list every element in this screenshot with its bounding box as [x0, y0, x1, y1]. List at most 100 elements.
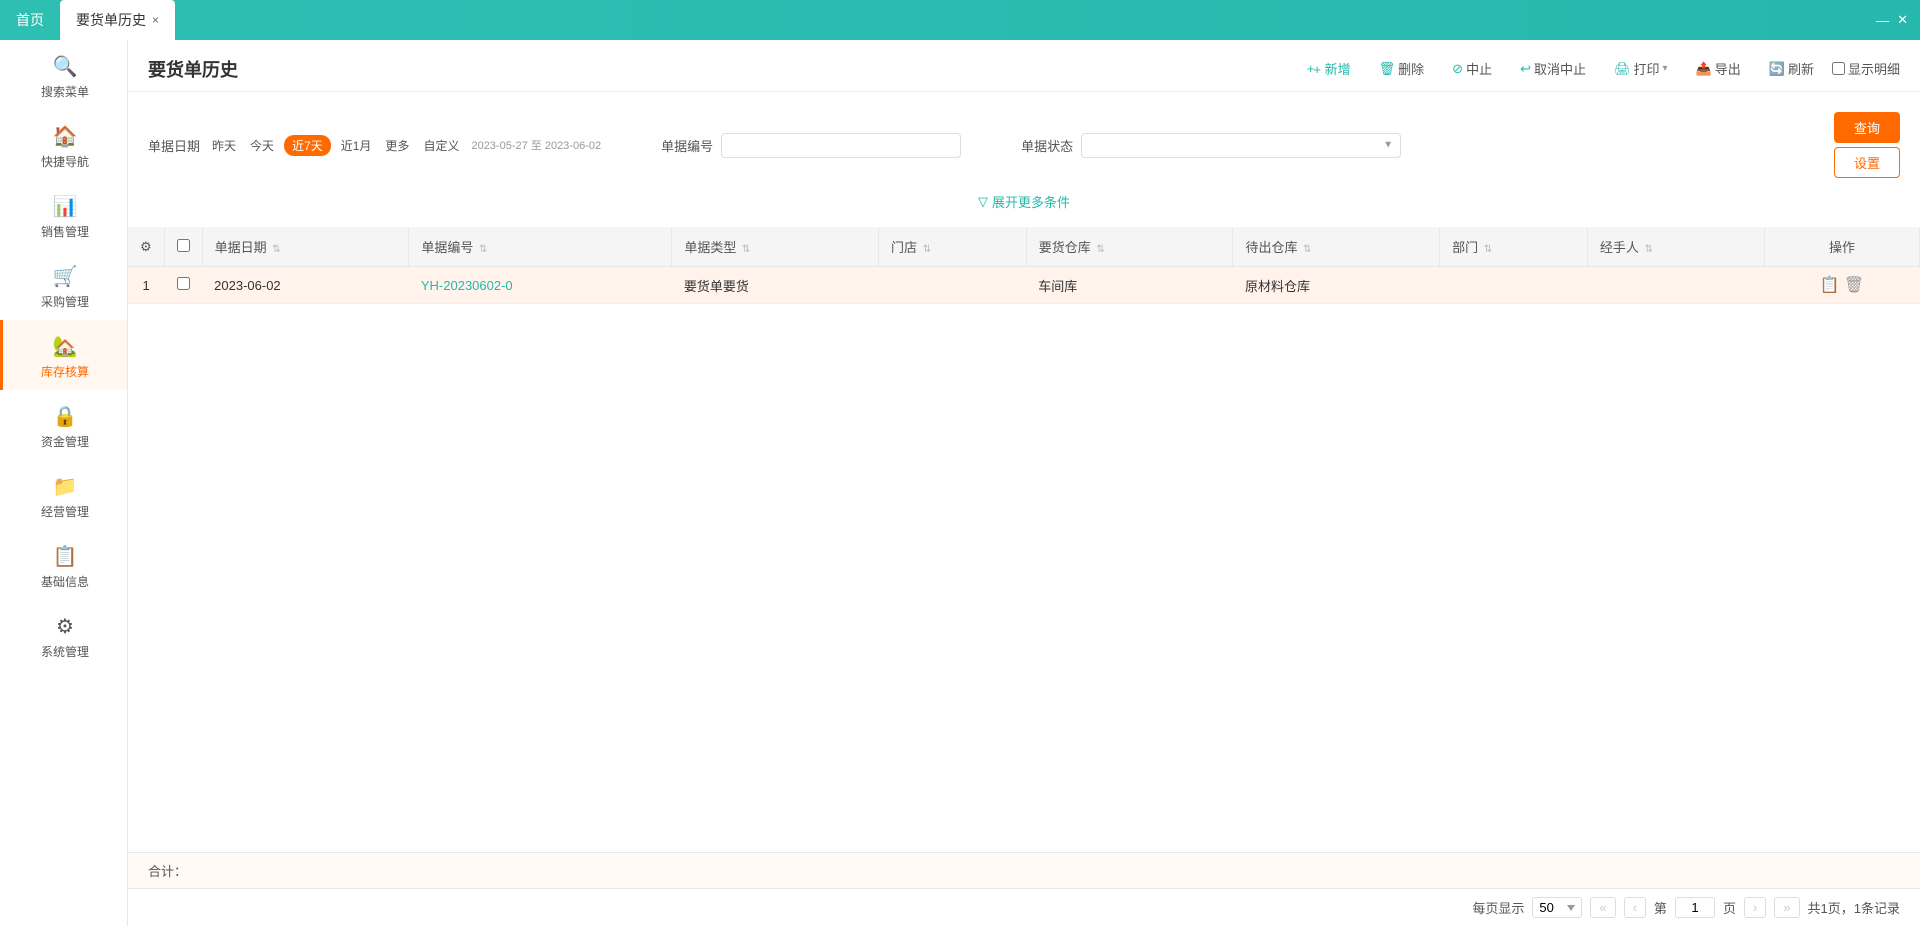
doc-status-filter-label: 单据状态	[1021, 136, 1073, 155]
col-pending-warehouse-label: 待出仓库	[1245, 240, 1297, 255]
col-handler-sort-icon: ⇅	[1644, 244, 1652, 255]
finance-mgmt-icon: 🔒	[53, 404, 78, 429]
cancel-stop-button[interactable]: ↩ 取消中止	[1510, 54, 1596, 83]
row-checkbox[interactable]	[177, 277, 190, 290]
cell-dept	[1440, 267, 1588, 304]
expand-more[interactable]: ▽ 展开更多条件	[148, 186, 1900, 219]
stop-button[interactable]: ⊘ 中止	[1442, 54, 1502, 83]
settings-button[interactable]: 设置	[1834, 147, 1900, 178]
search-menu-icon: 🔍	[53, 54, 78, 79]
page-prev-button[interactable]: ‹	[1624, 897, 1646, 918]
new-label: + 新增	[1313, 59, 1350, 78]
total-label: 合计：	[148, 861, 187, 880]
doc-status-select[interactable]	[1081, 133, 1401, 158]
cell-doc-date: 2023-06-02	[202, 267, 409, 304]
col-doc-date[interactable]: 单据日期 ⇅	[202, 227, 409, 267]
col-settings[interactable]: ⚙	[128, 227, 164, 267]
export-icon: 📤	[1696, 61, 1712, 77]
page-first-button[interactable]: «	[1590, 897, 1615, 918]
display-detail-checkbox[interactable]	[1832, 62, 1845, 75]
cell-handler	[1587, 267, 1764, 304]
quick-nav-icon: 🏠	[53, 124, 78, 149]
display-detail-checkbox-label[interactable]: 显示明细	[1832, 59, 1900, 78]
table-header: ⚙ 单据日期 ⇅ 单据编号	[128, 227, 1920, 267]
page-size-select[interactable]: 50 20 100	[1532, 897, 1582, 918]
query-btn-area: 查询 设置	[1834, 112, 1900, 178]
basic-info-icon: 📋	[53, 544, 78, 569]
window-minimize-icon[interactable]: —	[1876, 13, 1889, 28]
export-button[interactable]: 📤 导出	[1686, 54, 1751, 83]
main-layout: 🔍 搜索菜单 🏠 快捷导航 📊 销售管理 🛒 采购管理 🏡 库存核算 🔒 资金管…	[0, 40, 1920, 926]
tab-home-label: 首页	[16, 10, 44, 30]
col-pending-warehouse-sort-icon: ⇅	[1303, 244, 1311, 255]
col-dept[interactable]: 部门 ⇅	[1440, 227, 1588, 267]
date-btn-yesterday[interactable]: 昨天	[208, 135, 240, 156]
col-doc-number[interactable]: 单据编号 ⇅	[409, 227, 672, 267]
date-btn-custom[interactable]: 自定义	[419, 135, 463, 156]
query-button[interactable]: 查询	[1834, 112, 1900, 143]
cell-store	[879, 267, 1027, 304]
print-icon: 🖨	[1614, 61, 1631, 77]
page-next-button[interactable]: ›	[1744, 897, 1766, 918]
new-button[interactable]: + + 新增	[1297, 54, 1361, 83]
date-btn-more[interactable]: 更多	[381, 135, 413, 156]
top-bar-right: — ✕	[1876, 12, 1920, 28]
stop-label: 中止	[1466, 59, 1492, 78]
sidebar-item-inventory[interactable]: 🏡 库存核算	[0, 320, 127, 390]
sidebar-item-quick-nav[interactable]: 🏠 快捷导航	[0, 110, 127, 180]
col-dept-sort-icon: ⇅	[1484, 244, 1492, 255]
print-button[interactable]: 🖨 打印 ▾	[1604, 54, 1678, 83]
page-size-label: 每页显示	[1472, 898, 1524, 917]
cancel-stop-icon: ↩	[1520, 61, 1531, 77]
sales-mgmt-icon: 📊	[53, 194, 78, 219]
col-store-label: 门店	[891, 240, 917, 255]
cell-actions: 📋 🗑	[1765, 267, 1920, 304]
sidebar-item-system-mgmt[interactable]: ⚙ 系统管理	[0, 600, 127, 670]
sidebar-item-basic-info[interactable]: 📋 基础信息	[0, 530, 127, 600]
sidebar-item-search-menu[interactable]: 🔍 搜索菜单	[0, 40, 127, 110]
col-req-warehouse[interactable]: 要货仓库 ⇅	[1026, 227, 1233, 267]
col-store[interactable]: 门店 ⇅	[879, 227, 1027, 267]
sidebar-item-purchase-mgmt[interactable]: 🛒 采购管理	[0, 250, 127, 320]
doc-number-filter-label: 单据编号	[661, 136, 713, 155]
export-label: 导出	[1715, 59, 1741, 78]
tab-purchase-history-label: 要货单历史	[76, 10, 146, 30]
tab-close-icon[interactable]: ×	[152, 13, 159, 27]
date-btn-7days[interactable]: 近7天	[284, 135, 331, 156]
content-area: 要货单历史 + + 新增 🗑 删除 ⊘ 中止	[128, 40, 1920, 926]
table-body: 1 2023-06-02 YH-20230602-0 要货单要货	[128, 267, 1920, 304]
window-close-icon[interactable]: ✕	[1897, 12, 1908, 28]
page-number-input[interactable]	[1675, 897, 1715, 918]
expand-more-label: 展开更多条件	[992, 192, 1070, 211]
col-doc-type[interactable]: 单据类型 ⇅	[672, 227, 879, 267]
date-btn-today[interactable]: 今天	[246, 135, 278, 156]
sidebar: 🔍 搜索菜单 🏠 快捷导航 📊 销售管理 🛒 采购管理 🏡 库存核算 🔒 资金管…	[0, 40, 128, 926]
col-handler[interactable]: 经手人 ⇅	[1587, 227, 1764, 267]
tab-home[interactable]: 首页	[0, 0, 60, 40]
stop-icon: ⊘	[1452, 61, 1463, 77]
col-pending-warehouse[interactable]: 待出仓库 ⇅	[1233, 227, 1440, 267]
col-checkbox[interactable]	[164, 227, 202, 267]
doc-number-input[interactable]	[721, 133, 961, 158]
col-doc-type-label: 单据类型	[684, 240, 736, 255]
cell-doc-number[interactable]: YH-20230602-0	[409, 267, 672, 304]
delete-button[interactable]: 🗑 删除	[1369, 54, 1435, 83]
sidebar-item-finance-mgmt[interactable]: 🔒 资金管理	[0, 390, 127, 460]
select-all-checkbox[interactable]	[177, 239, 190, 252]
date-btn-1month[interactable]: 近1月	[337, 135, 376, 156]
sidebar-item-purchase-mgmt-label: 采购管理	[41, 293, 89, 310]
tab-purchase-history[interactable]: 要货单历史 ×	[60, 0, 175, 40]
header-and-filter: 要货单历史 + + 新增 🗑 删除 ⊘ 中止	[128, 40, 1920, 219]
sidebar-item-sales-mgmt[interactable]: 📊 销售管理	[0, 180, 127, 250]
row-edit-icon[interactable]: 📋	[1820, 275, 1840, 295]
refresh-label: 刷新	[1788, 59, 1814, 78]
page-last-button[interactable]: »	[1774, 897, 1799, 918]
row-delete-icon[interactable]: 🗑	[1844, 275, 1864, 295]
cell-req-warehouse: 车间库	[1026, 267, 1233, 304]
cell-checkbox[interactable]	[164, 267, 202, 304]
refresh-button[interactable]: 🔄 刷新	[1759, 54, 1824, 83]
doc-number-link[interactable]: YH-20230602-0	[421, 278, 513, 293]
date-range-text: 2023-05-27 至 2023-06-02	[471, 137, 601, 153]
sidebar-item-operations-mgmt[interactable]: 📁 经营管理	[0, 460, 127, 530]
col-doc-number-label: 单据编号	[421, 240, 473, 255]
